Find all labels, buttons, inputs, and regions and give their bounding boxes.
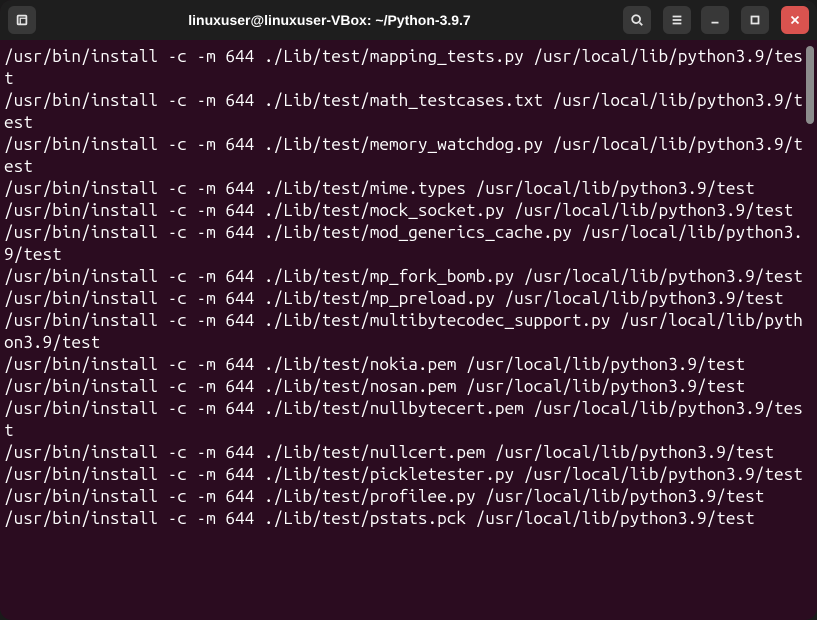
- terminal-output: /usr/bin/install -c -m 644 ./Lib/test/ma…: [4, 46, 809, 530]
- search-button[interactable]: [623, 6, 651, 34]
- menu-button[interactable]: [663, 6, 691, 34]
- close-icon: [788, 13, 802, 27]
- titlebar: linuxuser@linuxuser-VBox: ~/Python-3.9.7: [0, 0, 817, 40]
- new-tab-icon: [15, 13, 29, 27]
- maximize-icon: [748, 13, 762, 27]
- minimize-button[interactable]: [701, 6, 729, 34]
- maximize-button[interactable]: [741, 6, 769, 34]
- window-title: linuxuser@linuxuser-VBox: ~/Python-3.9.7: [42, 12, 617, 28]
- close-button[interactable]: [781, 6, 809, 34]
- new-tab-button[interactable]: [8, 6, 36, 34]
- search-icon: [630, 13, 644, 27]
- minimize-icon: [708, 13, 722, 27]
- terminal-body[interactable]: /usr/bin/install -c -m 644 ./Lib/test/ma…: [0, 40, 817, 620]
- terminal-window: linuxuser@linuxuser-VBox: ~/Python-3.9.7: [0, 0, 817, 620]
- hamburger-icon: [670, 13, 684, 27]
- scrollbar-thumb[interactable]: [806, 46, 814, 124]
